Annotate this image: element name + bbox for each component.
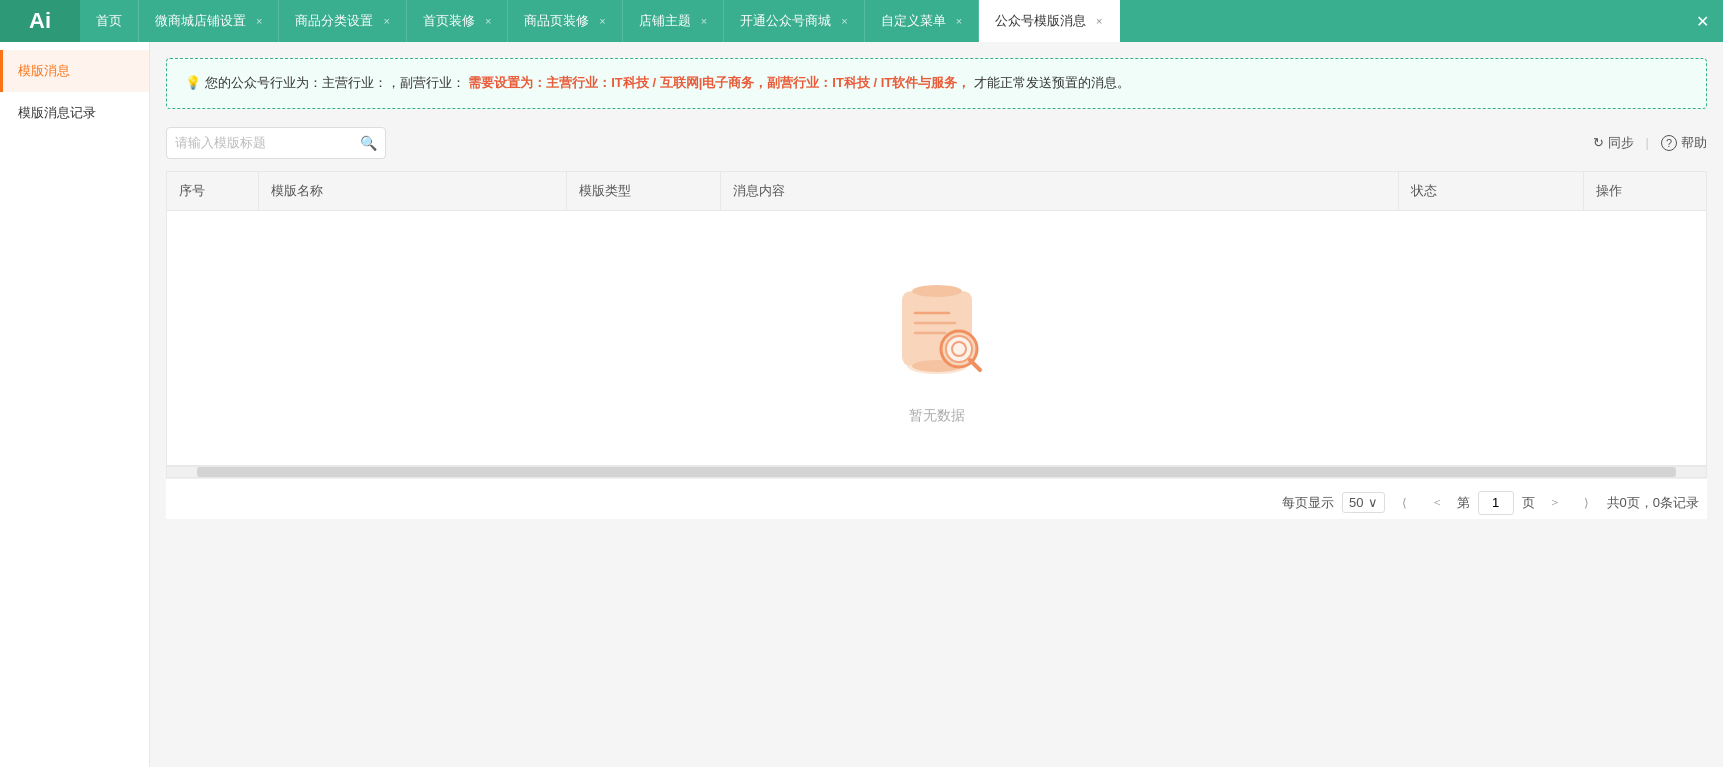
nav-tab-自定义菜单[interactable]: 自定义菜单× [865, 0, 979, 42]
sync-icon: ↻ [1593, 135, 1604, 150]
page-first-btn[interactable]: ⟨ [1393, 491, 1417, 515]
data-table: 序号模版名称模版类型消息内容状态操作 [166, 171, 1707, 466]
tab-close-icon[interactable]: × [256, 15, 262, 27]
col-header-status: 状态 [1398, 171, 1583, 210]
notice-highlight: 需要设置为：主营行业：IT科技 / 互联网|电子商务，副营行业：IT科技 / I… [468, 75, 970, 90]
nav-tab-开通公众号商城[interactable]: 开通公众号商城× [724, 0, 864, 42]
top-navbar: Ai 首页微商城店铺设置×商品分类设置×首页装修×商品页装修×店铺主题×开通公众… [0, 0, 1723, 42]
nav-tab-商品分类设置[interactable]: 商品分类设置× [279, 0, 406, 42]
tab-close-icon[interactable]: × [841, 15, 847, 27]
sidebar-item-模版消息记录[interactable]: 模版消息记录 [0, 92, 149, 134]
nav-tab-店铺主题[interactable]: 店铺主题× [623, 0, 724, 42]
tab-close-icon[interactable]: × [701, 15, 707, 27]
toolbar-right: ↻ 同步 | ? 帮助 [1593, 134, 1707, 152]
help-icon: ? [1661, 135, 1677, 151]
notice-suffix: 才能正常发送预置的消息。 [974, 75, 1130, 90]
col-header-index: 序号 [167, 171, 259, 210]
table-header: 序号模版名称模版类型消息内容状态操作 [167, 171, 1707, 210]
table-scrollbar[interactable] [166, 466, 1707, 478]
empty-state-row: 暂无数据 [167, 210, 1707, 465]
col-header-type: 模版类型 [567, 171, 721, 210]
table-header-row: 序号模版名称模版类型消息内容状态操作 [167, 171, 1707, 210]
nav-tab-公众号模版消息[interactable]: 公众号模版消息× [979, 0, 1119, 42]
scrollbar-thumb [197, 467, 1676, 477]
nav-tab-商品页装修[interactable]: 商品页装修× [508, 0, 622, 42]
table-body: 暂无数据 [167, 210, 1707, 465]
svg-point-7 [946, 336, 972, 362]
col-header-name: 模版名称 [259, 171, 567, 210]
per-page-chevron: ∨ [1368, 495, 1378, 510]
search-input-wrap[interactable]: 🔍 [166, 127, 386, 159]
empty-text: 暂无数据 [909, 407, 965, 425]
tab-close-icon[interactable]: × [599, 15, 605, 27]
bulb-icon: 💡 [185, 75, 201, 90]
page-prev-btn[interactable]: ＜ [1425, 491, 1449, 515]
sidebar-item-模版消息[interactable]: 模版消息 [0, 50, 149, 92]
page-label-pre: 第 [1457, 494, 1470, 512]
empty-state: 暂无数据 [167, 211, 1706, 465]
page-label-post: 页 [1522, 494, 1535, 512]
tab-close-icon[interactable]: × [956, 15, 962, 27]
help-button[interactable]: ? 帮助 [1661, 134, 1707, 152]
close-all-button[interactable]: ✕ [1681, 0, 1723, 42]
pagination: 每页显示 50 ∨ ⟨ ＜ 第 页 ＞ ⟩ 共0页，0条记录 [166, 478, 1707, 519]
sidebar: 模版消息模版消息记录 [0, 42, 150, 767]
col-header-action: 操作 [1583, 171, 1706, 210]
tab-close-icon[interactable]: × [383, 15, 389, 27]
page-input[interactable] [1478, 491, 1514, 515]
search-icon[interactable]: 🔍 [360, 135, 377, 151]
col-header-content: 消息内容 [721, 171, 1399, 210]
svg-line-8 [970, 360, 980, 370]
nav-tab-首页[interactable]: 首页 [80, 0, 139, 42]
page-last-btn[interactable]: ⟩ [1575, 491, 1599, 515]
nav-tab-首页装修[interactable]: 首页装修× [407, 0, 508, 42]
page-next-btn[interactable]: ＞ [1543, 491, 1567, 515]
toolbar-divider: | [1646, 135, 1649, 150]
tab-close-icon[interactable]: × [1096, 15, 1102, 27]
content-area: 💡 您的公众号行业为：主营行业：，副营行业： 需要设置为：主营行业：IT科技 /… [150, 42, 1723, 767]
notice-box: 💡 您的公众号行业为：主营行业：，副营行业： 需要设置为：主营行业：IT科技 /… [166, 58, 1707, 109]
per-page-value: 50 [1349, 495, 1363, 510]
total-info: 共0页，0条记录 [1607, 494, 1699, 512]
notice-prefix: 您的公众号行业为：主营行业：，副营行业： [205, 75, 465, 90]
main-layout: 模版消息模版消息记录 💡 您的公众号行业为：主营行业：，副营行业： 需要设置为：… [0, 42, 1723, 767]
sync-label: 同步 [1608, 134, 1634, 152]
empty-icon [877, 271, 997, 391]
search-input[interactable] [175, 135, 360, 150]
help-label: 帮助 [1681, 134, 1707, 152]
nav-tabs: 首页微商城店铺设置×商品分类设置×首页装修×商品页装修×店铺主题×开通公众号商城… [80, 0, 1681, 42]
search-bar: 🔍 ↻ 同步 | ? 帮助 [166, 127, 1707, 159]
per-page-label: 每页显示 [1282, 494, 1334, 512]
app-logo: Ai [0, 0, 80, 42]
svg-point-1 [912, 285, 962, 297]
sync-button[interactable]: ↻ 同步 [1593, 134, 1634, 152]
per-page-select[interactable]: 50 ∨ [1342, 492, 1384, 513]
nav-tab-微商城店铺设置[interactable]: 微商城店铺设置× [139, 0, 279, 42]
tab-close-icon[interactable]: × [485, 15, 491, 27]
